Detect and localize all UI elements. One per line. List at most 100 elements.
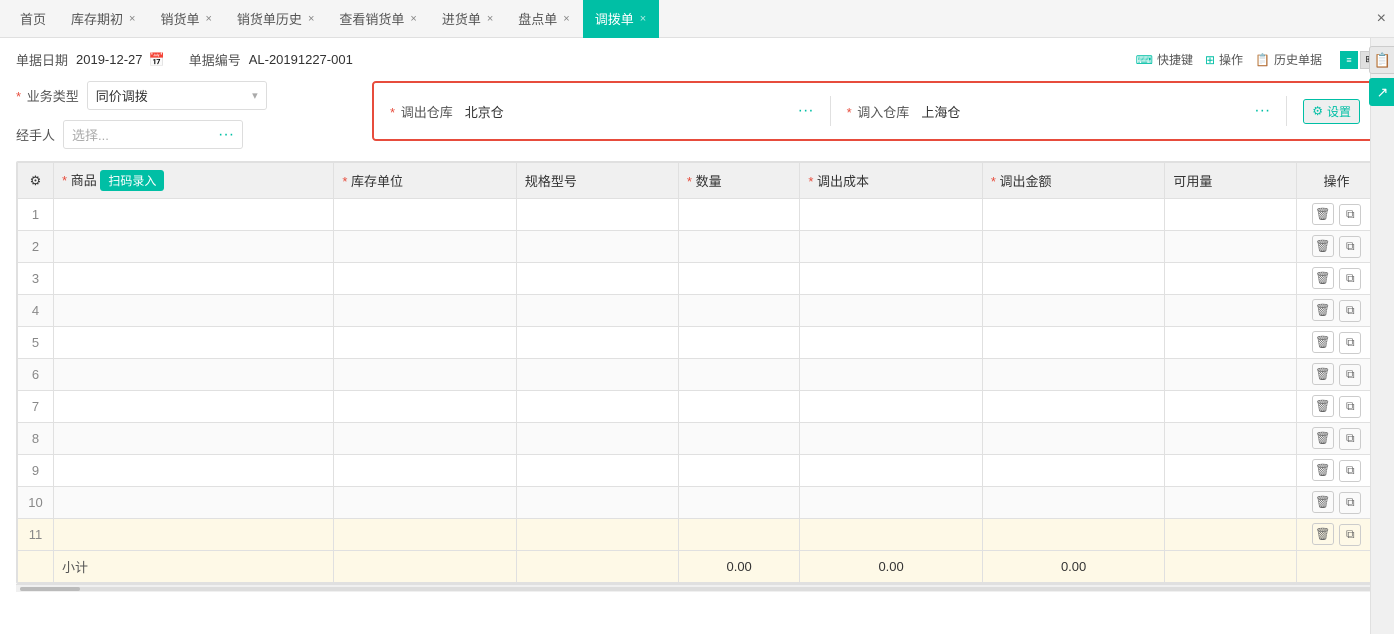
copy-row-button[interactable]: ⧉ <box>1339 396 1361 418</box>
cost-cell[interactable] <box>800 231 983 263</box>
qty-cell[interactable] <box>678 423 799 455</box>
tab-close-sales[interactable]: × <box>205 13 211 25</box>
copy-row-button[interactable]: ⧉ <box>1339 204 1361 226</box>
product-cell[interactable] <box>54 391 334 423</box>
delete-row-button[interactable]: 🗑 <box>1312 299 1334 321</box>
unit-cell[interactable] <box>334 423 517 455</box>
unit-cell[interactable] <box>334 327 517 359</box>
cost-cell[interactable] <box>800 455 983 487</box>
sidebar-external-button[interactable]: ↗ <box>1369 78 1394 106</box>
delete-row-button[interactable]: 🗑 <box>1312 267 1334 289</box>
scan-button[interactable]: 扫码录入 <box>100 170 164 191</box>
tab-sales-order[interactable]: 销货单 × <box>148 0 224 38</box>
delete-row-button[interactable]: 🗑 <box>1312 331 1334 353</box>
copy-row-button[interactable]: ⧉ <box>1339 332 1361 354</box>
copy-row-button[interactable]: ⧉ <box>1339 300 1361 322</box>
amount-cell[interactable] <box>982 359 1165 391</box>
product-cell[interactable] <box>54 295 334 327</box>
amount-cell[interactable] <box>982 295 1165 327</box>
delete-row-button[interactable]: 🗑 <box>1312 427 1334 449</box>
tab-close-inventory[interactable]: × <box>129 13 135 25</box>
amount-cell[interactable] <box>982 199 1165 231</box>
handler-select[interactable]: 选择... ··· <box>63 120 243 149</box>
cost-cell[interactable] <box>800 423 983 455</box>
amount-cell[interactable] <box>982 487 1165 519</box>
tab-stocktake[interactable]: 盘点单 × <box>506 0 582 38</box>
product-cell[interactable] <box>54 327 334 359</box>
operate-button[interactable]: ⊞ 操作 <box>1205 51 1243 68</box>
tab-close-stocktake[interactable]: × <box>563 13 569 25</box>
shortcut-button[interactable]: ⌨ 快捷键 <box>1136 51 1193 68</box>
tab-close-view-sales[interactable]: × <box>410 13 416 25</box>
cost-cell[interactable] <box>800 199 983 231</box>
unit-cell[interactable] <box>334 199 517 231</box>
amount-cell[interactable] <box>982 423 1165 455</box>
cost-cell[interactable] <box>800 263 983 295</box>
th-gear[interactable]: ⚙ <box>18 163 54 199</box>
list-view-button[interactable]: ≡ <box>1340 51 1358 69</box>
amount-cell[interactable] <box>982 263 1165 295</box>
unit-cell[interactable] <box>334 263 517 295</box>
spec-cell[interactable] <box>516 199 678 231</box>
copy-row-button[interactable]: ⧉ <box>1339 492 1361 514</box>
sidebar-notes-button[interactable]: 📋 <box>1369 46 1394 74</box>
delete-row-button[interactable]: 🗑 <box>1312 459 1334 481</box>
spec-cell[interactable] <box>516 359 678 391</box>
horizontal-scrollbar[interactable] <box>16 584 1378 592</box>
spec-cell[interactable] <box>516 327 678 359</box>
qty-cell[interactable] <box>678 359 799 391</box>
spec-cell[interactable] <box>516 455 678 487</box>
unit-cell[interactable] <box>334 391 517 423</box>
tab-purchase-order[interactable]: 进货单 × <box>430 0 506 38</box>
unit-cell[interactable] <box>334 295 517 327</box>
delete-row-button[interactable]: 🗑 <box>1312 491 1334 513</box>
unit-cell[interactable] <box>334 455 517 487</box>
amount-cell[interactable] <box>982 391 1165 423</box>
delete-row-button[interactable]: 🗑 <box>1312 363 1334 385</box>
qty-cell[interactable] <box>678 455 799 487</box>
unit-cell[interactable] <box>334 359 517 391</box>
tab-home[interactable]: 首页 <box>8 0 59 38</box>
copy-row-button[interactable]: ⧉ <box>1339 524 1361 546</box>
subtotal-product-cell[interactable] <box>54 519 334 551</box>
tab-view-sales[interactable]: 查看销货单 × <box>327 0 429 38</box>
qty-cell[interactable] <box>678 391 799 423</box>
qty-cell[interactable] <box>678 327 799 359</box>
copy-row-button[interactable]: ⧉ <box>1339 460 1361 482</box>
settings-button[interactable]: ⚙ 设置 <box>1303 99 1360 124</box>
out-warehouse-more-icon[interactable]: ··· <box>798 102 814 120</box>
unit-cell[interactable] <box>334 487 517 519</box>
tab-close-purchase[interactable]: × <box>487 13 493 25</box>
unit-cell[interactable] <box>334 231 517 263</box>
business-type-select[interactable]: 同价调拨 ▾ <box>87 81 267 110</box>
qty-cell[interactable] <box>678 295 799 327</box>
product-cell[interactable] <box>54 423 334 455</box>
delete-row-button[interactable]: 🗑 <box>1312 203 1334 225</box>
tab-close-transfer[interactable]: × <box>640 13 646 25</box>
history-button[interactable]: 📋 历史单据 <box>1255 51 1322 68</box>
amount-cell[interactable] <box>982 327 1165 359</box>
qty-cell[interactable] <box>678 263 799 295</box>
product-cell[interactable] <box>54 487 334 519</box>
spec-cell[interactable] <box>516 231 678 263</box>
cost-cell[interactable] <box>800 327 983 359</box>
delete-row-button[interactable]: 🗑 <box>1312 523 1334 545</box>
copy-row-button[interactable]: ⧉ <box>1339 236 1361 258</box>
delete-row-button[interactable]: 🗑 <box>1312 395 1334 417</box>
in-warehouse-more-icon[interactable]: ··· <box>1254 102 1270 120</box>
product-cell[interactable] <box>54 359 334 391</box>
copy-row-button[interactable]: ⧉ <box>1339 268 1361 290</box>
delete-row-button[interactable]: 🗑 <box>1312 235 1334 257</box>
cost-cell[interactable] <box>800 487 983 519</box>
copy-row-button[interactable]: ⧉ <box>1339 428 1361 450</box>
amount-cell[interactable] <box>982 455 1165 487</box>
spec-cell[interactable] <box>516 487 678 519</box>
qty-cell[interactable] <box>678 487 799 519</box>
calendar-icon[interactable]: 📅 <box>149 52 165 68</box>
window-close-button[interactable]: × <box>1377 10 1386 28</box>
spec-cell[interactable] <box>516 391 678 423</box>
spec-cell[interactable] <box>516 423 678 455</box>
qty-cell[interactable] <box>678 231 799 263</box>
product-cell[interactable] <box>54 263 334 295</box>
cost-cell[interactable] <box>800 391 983 423</box>
